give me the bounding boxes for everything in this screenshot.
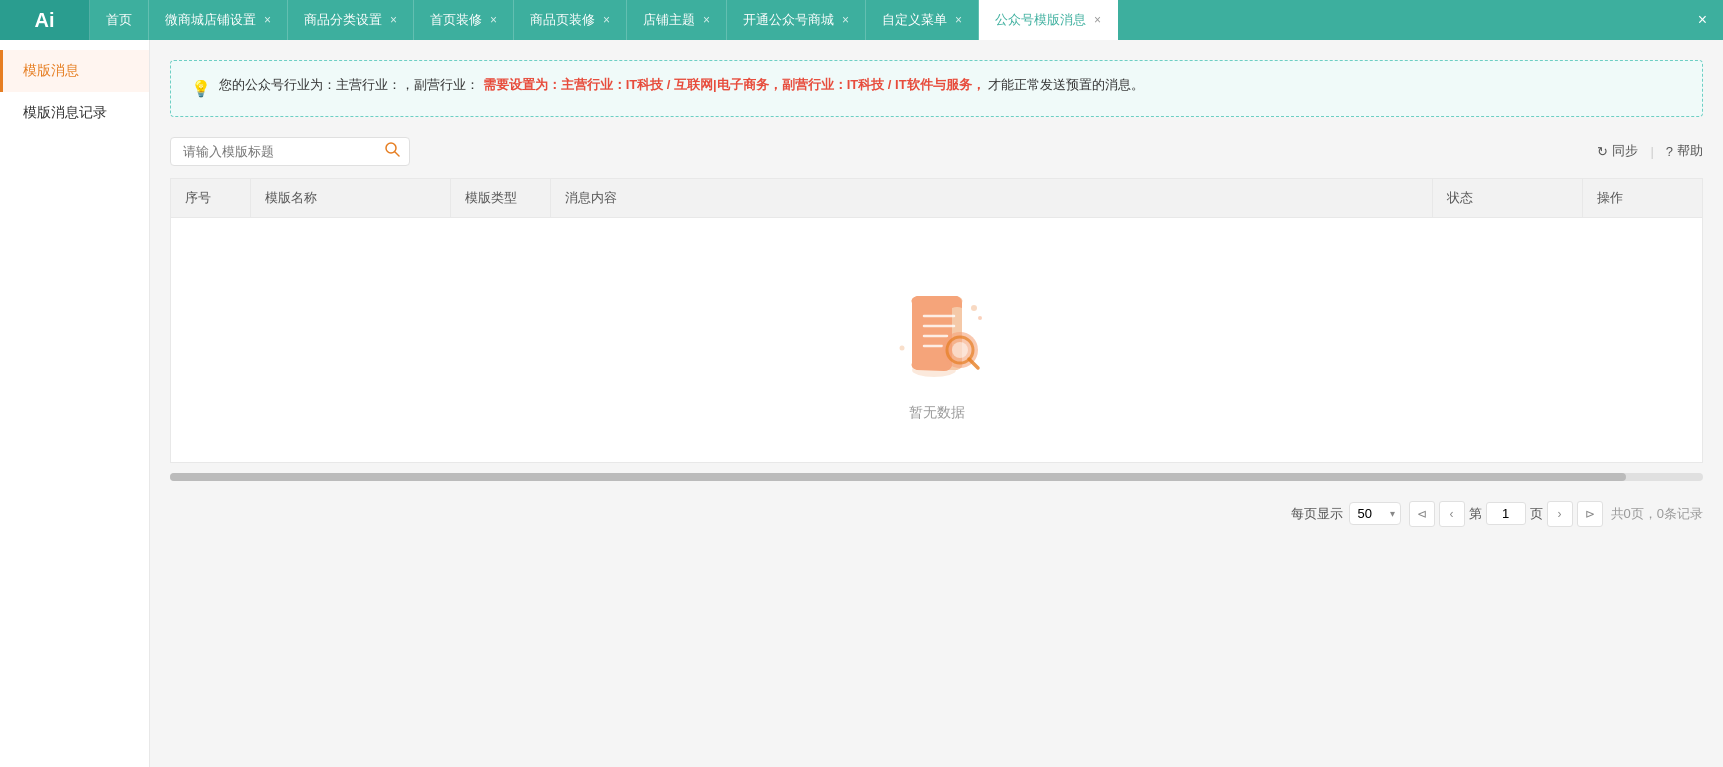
notice-box: 💡 您的公众号行业为：主营行业：，副营行业： 需要设置为：主营行业：IT科技 /… — [170, 60, 1703, 117]
close-tab-homepage-decor[interactable]: × — [490, 13, 497, 27]
col-index: 序号 — [171, 178, 251, 217]
page-word-label: 页 — [1530, 505, 1543, 523]
notice-text-before: 您的公众号行业为：主营行业：，副营行业： — [219, 77, 479, 92]
tab-template-msg[interactable]: 公众号模版消息 × — [979, 0, 1118, 40]
col-name: 模版名称 — [251, 178, 451, 217]
page-number-input[interactable] — [1486, 502, 1526, 525]
tab-homepage-decor[interactable]: 首页装修 × — [414, 0, 514, 40]
close-tab-category-settings[interactable]: × — [390, 13, 397, 27]
empty-illustration — [882, 278, 992, 388]
sync-button[interactable]: ↻ 同步 — [1597, 142, 1638, 160]
svg-point-13 — [899, 345, 904, 350]
svg-line-1 — [395, 152, 399, 156]
search-input[interactable] — [170, 137, 410, 166]
scrollbar-thumb[interactable] — [170, 473, 1626, 481]
empty-state: 暂无数据 — [171, 218, 1702, 462]
svg-point-12 — [978, 316, 982, 320]
toolbar-right: ↻ 同步 | ? 帮助 — [1597, 142, 1703, 160]
sync-label: 同步 — [1612, 142, 1638, 160]
table-scrollbar[interactable] — [170, 473, 1703, 481]
page-di-label: 第 — [1469, 505, 1482, 523]
prev-page-button[interactable]: ‹ — [1439, 501, 1465, 527]
help-button[interactable]: ? 帮助 — [1666, 142, 1703, 160]
help-label: 帮助 — [1677, 142, 1703, 160]
content-area: 💡 您的公众号行业为：主营行业：，副营行业： 需要设置为：主营行业：IT科技 /… — [150, 40, 1723, 767]
col-type: 模版类型 — [451, 178, 551, 217]
tab-product-decor[interactable]: 商品页装修 × — [514, 0, 627, 40]
search-button[interactable] — [385, 142, 400, 160]
empty-state-row: 暂无数据 — [171, 217, 1703, 462]
sidebar-item-template-msg-log[interactable]: 模版消息记录 — [0, 92, 149, 134]
notice-text-after: 才能正常发送预置的消息。 — [988, 77, 1144, 92]
help-icon: ? — [1666, 144, 1673, 159]
svg-point-11 — [971, 305, 977, 311]
search-input-wrap — [170, 137, 410, 166]
first-page-button[interactable]: ⊲ — [1409, 501, 1435, 527]
page-size-dropdown[interactable]: 50 10 20 100 — [1349, 502, 1401, 525]
next-page-button[interactable]: › — [1547, 501, 1573, 527]
tab-bar: Ai 首页 微商城店铺设置 × 商品分类设置 × 首页装修 × 商品页装修 × … — [0, 0, 1723, 40]
search-bar: ↻ 同步 | ? 帮助 — [170, 137, 1703, 166]
page-total: 共0页，0条记录 — [1611, 505, 1703, 523]
sidebar-item-template-msg[interactable]: 模版消息 — [0, 50, 149, 92]
notice-highlight: 需要设置为：主营行业：IT科技 / 互联网|电子商务，副营行业：IT科技 / I… — [483, 77, 985, 92]
col-status: 状态 — [1433, 178, 1583, 217]
tab-category-settings[interactable]: 商品分类设置 × — [288, 0, 414, 40]
tab-shop-theme[interactable]: 店铺主题 × — [627, 0, 727, 40]
close-tab-shop-theme[interactable]: × — [703, 13, 710, 27]
table-body: 暂无数据 — [171, 217, 1703, 462]
toolbar-divider: | — [1650, 144, 1653, 159]
close-tab-custom-menu[interactable]: × — [955, 13, 962, 27]
page-nav: ⊲ ‹ 第 页 › ⊳ — [1409, 501, 1603, 527]
page-size-label: 每页显示 — [1291, 505, 1343, 523]
close-tab-shop-settings[interactable]: × — [264, 13, 271, 27]
tab-shop-settings[interactable]: 微商城店铺设置 × — [149, 0, 288, 40]
tab-home[interactable]: 首页 — [90, 0, 149, 40]
tab-custom-menu[interactable]: 自定义菜单 × — [866, 0, 979, 40]
col-action: 操作 — [1583, 178, 1703, 217]
sync-icon: ↻ — [1597, 144, 1608, 159]
tab-open-mall[interactable]: 开通公众号商城 × — [727, 0, 866, 40]
lightbulb-icon: 💡 — [191, 76, 211, 102]
empty-text: 暂无数据 — [909, 404, 965, 422]
close-tab-product-decor[interactable]: × — [603, 13, 610, 27]
main-layout: 模版消息 模版消息记录 💡 您的公众号行业为：主营行业：，副营行业： 需要设置为… — [0, 40, 1723, 767]
close-all-tabs[interactable]: × — [1682, 11, 1723, 29]
svg-point-9 — [952, 342, 968, 358]
close-tab-template-msg[interactable]: × — [1094, 13, 1101, 27]
page-size-select-wrap: 50 10 20 100 ▾ — [1349, 502, 1401, 525]
pagination: 每页显示 50 10 20 100 ▾ ⊲ ‹ 第 页 › ⊳ — [170, 491, 1703, 527]
search-icon — [385, 142, 400, 157]
sidebar: 模版消息 模版消息记录 — [0, 40, 150, 767]
last-page-button[interactable]: ⊳ — [1577, 501, 1603, 527]
page-size-select: 每页显示 50 10 20 100 ▾ — [1291, 502, 1401, 525]
app-logo: Ai — [0, 0, 90, 40]
close-tab-open-mall[interactable]: × — [842, 13, 849, 27]
col-content: 消息内容 — [551, 178, 1433, 217]
data-table: 序号 模版名称 模版类型 消息内容 状态 操作 — [170, 178, 1703, 463]
table-header-row: 序号 模版名称 模版类型 消息内容 状态 操作 — [171, 178, 1703, 217]
